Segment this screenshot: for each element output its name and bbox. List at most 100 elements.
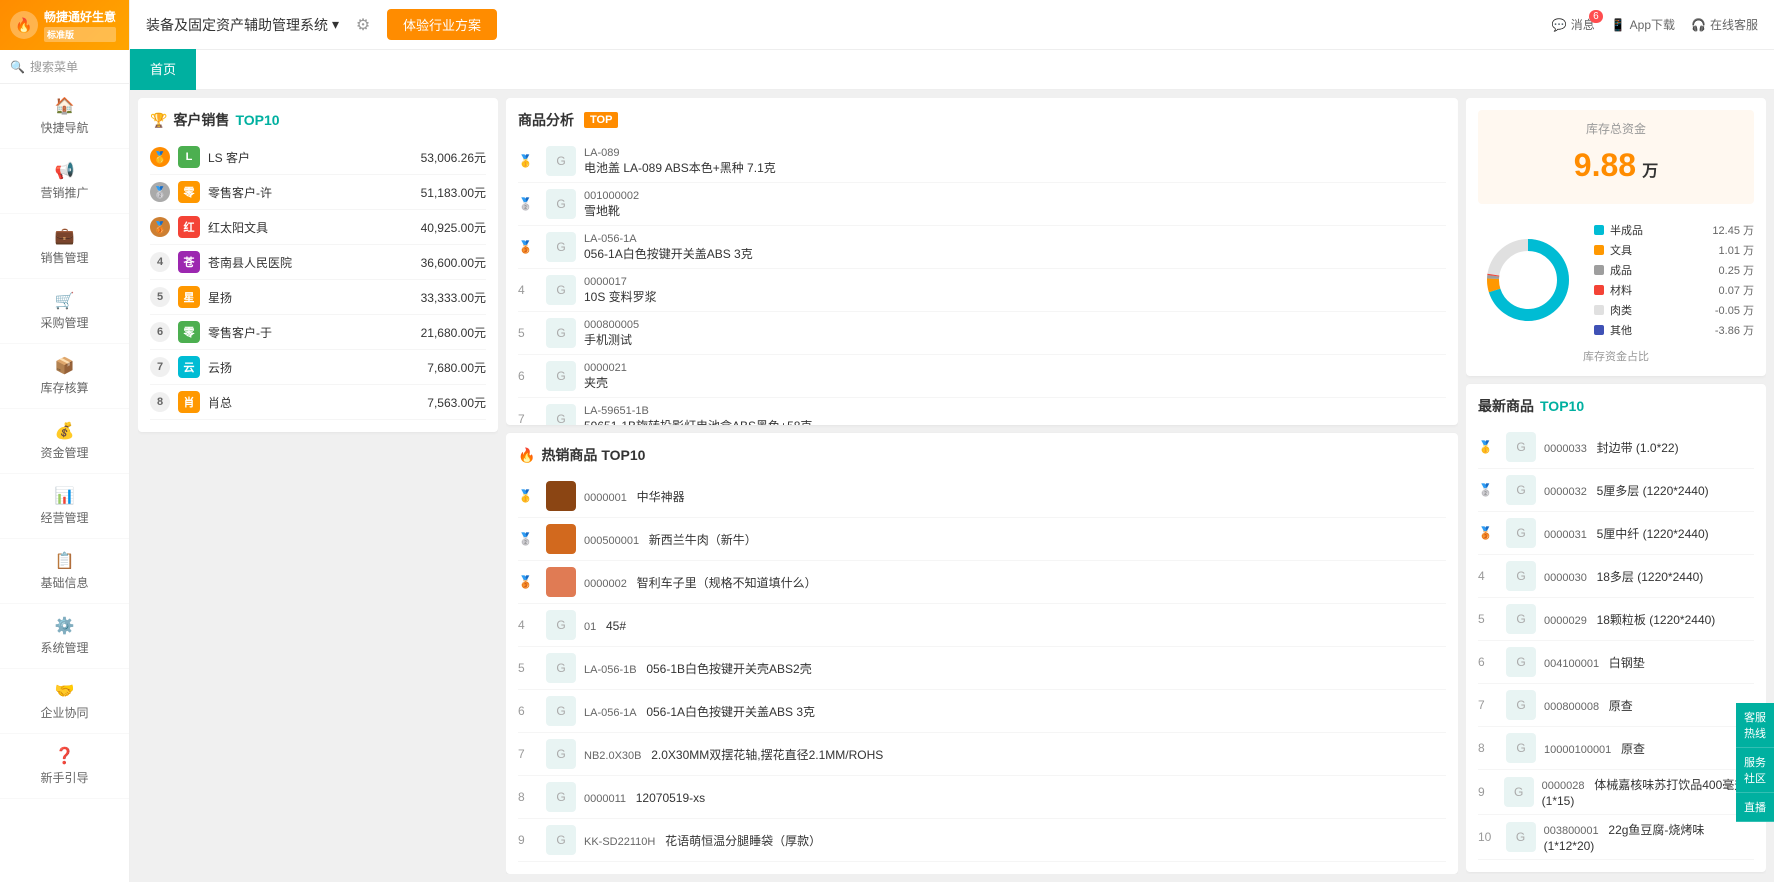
service-community-button[interactable]: 服务社区: [1736, 748, 1774, 793]
hot-products-title: 🔥 热销商品 TOP10: [518, 445, 1446, 465]
rank-number: 7: [150, 357, 170, 377]
product-image: [546, 567, 576, 597]
middle-column: 商品分析 TOP 🥇 G LA-089 电池盖 LA-089 ABS本色+黑种 …: [506, 98, 1458, 874]
customer-rank-item: 8 肖 肖总 7,563.00元: [150, 385, 486, 420]
product-image: G: [546, 653, 576, 683]
rank-indicator: 5: [518, 326, 538, 340]
phone-icon: 📱: [1611, 18, 1626, 32]
new-product-item: 4 G 0000030 18多层 (1220*2440): [1478, 555, 1754, 598]
message-icon: 💬: [1552, 18, 1567, 32]
legend-value: 1.01 万: [1719, 242, 1754, 258]
message-badge: 6: [1589, 10, 1603, 23]
rank-indicator: 4: [518, 618, 538, 632]
rank-indicator: 🥉: [518, 240, 538, 254]
product-info: 000500001 新西兰牛肉（新牛）: [584, 531, 757, 548]
sidebar-item-purchase[interactable]: 🛒 采购管理: [0, 279, 129, 344]
online-service-button[interactable]: 🎧 在线客服: [1691, 16, 1758, 33]
sidebar-item-sales[interactable]: 💼 销售管理: [0, 214, 129, 279]
rank-indicator: 9: [518, 833, 538, 847]
product-info: 001000002 雪地靴: [584, 190, 639, 219]
product-info: NB2.0X30B 2.0X30MM双摆花轴,摆花直径2.1MM/ROHS: [584, 746, 883, 763]
legend-name: 材料: [1610, 282, 1713, 298]
sidebar-item-guide[interactable]: ❓ 新手引导: [0, 734, 129, 799]
left-column: 🏆 客户销售 TOP10 🥇 L LS 客户 53,006.26元 🥈 零 零售…: [138, 98, 498, 874]
rank-badge: 零: [178, 321, 200, 343]
legend-item: 肉类 -0.05 万: [1594, 300, 1754, 320]
rank-number: 4: [150, 252, 170, 272]
product-info: 0000031 5厘中纤 (1220*2440): [1544, 525, 1709, 542]
goods-analysis-card: 商品分析 TOP 🥇 G LA-089 电池盖 LA-089 ABS本色+黑种 …: [506, 98, 1458, 425]
logo-badge: 标准版: [44, 27, 116, 42]
system-title-dropdown[interactable]: 装备及固定资产辅助管理系统 ▾: [146, 15, 339, 35]
product-image: G: [546, 696, 576, 726]
rank-name: 肖总: [208, 394, 419, 411]
sidebar-item-inventory[interactable]: 📦 库存核算: [0, 344, 129, 409]
product-thumbnail: G: [546, 404, 576, 425]
legend-dot: [1594, 285, 1604, 295]
app-download-button[interactable]: 📱 App下载: [1611, 16, 1675, 33]
inventory-icon: 📦: [55, 356, 75, 376]
inventory-card: 库存总资金 9.88 万: [1466, 98, 1766, 376]
new-product-item: 7 G 000800008 原查: [1478, 684, 1754, 727]
sidebar-item-enterprise[interactable]: 🤝 企业协同: [0, 669, 129, 734]
product-info: 0000032 5厘多层 (1220*2440): [1544, 482, 1709, 499]
rank-name: LS 客户: [208, 149, 413, 166]
product-thumbnail: G: [1506, 432, 1536, 462]
product-info: 000800005 手机测试: [584, 319, 639, 348]
rank-indicator: 🥇: [1478, 440, 1498, 454]
legend-value: -0.05 万: [1715, 302, 1754, 318]
rank-badge: 肖: [178, 391, 200, 413]
legend-item: 半成品 12.45 万: [1594, 220, 1754, 240]
product-image: G: [546, 739, 576, 769]
legend-value: 12.45 万: [1712, 222, 1754, 238]
sidebar-item-system[interactable]: ⚙️ 系统管理: [0, 604, 129, 669]
customer-rank-item: 4 苍 苍南县人民医院 36,600.00元: [150, 245, 486, 280]
sidebar-item-finance[interactable]: 💰 资金管理: [0, 409, 129, 474]
hot-product-item: 5 G LA-056-1B 056-1B白色按键开关壳ABS2壳: [518, 647, 1446, 690]
product-thumbnail: G: [1506, 561, 1536, 591]
legend-name: 成品: [1610, 262, 1713, 278]
new-products-list: 🥇 G 0000033 封边带 (1.0*22) 🥈 G 0000032 5厘多…: [1478, 426, 1754, 860]
inventory-ratio-label: 库存资金占比: [1478, 348, 1754, 364]
rank-badge: 星: [178, 286, 200, 308]
logo-icon: 🔥: [10, 11, 38, 39]
trial-button[interactable]: 体验行业方案: [387, 9, 497, 40]
product-info: LA-089 电池盖 LA-089 ABS本色+黑种 7.1克: [584, 147, 776, 176]
rank-indicator: 10: [1478, 830, 1498, 844]
product-info: 0000002 智利车子里（规格不知道填什么）: [584, 574, 817, 591]
rank-indicator: 8: [1478, 741, 1498, 755]
product-info: LA-056-1A 056-1A白色按键开关盖ABS 3克: [584, 233, 753, 262]
search-menu[interactable]: 🔍 搜索菜单: [0, 50, 129, 84]
sidebar-item-basic[interactable]: 📋 基础信息: [0, 539, 129, 604]
rank-indicator: 🥈: [1478, 483, 1498, 497]
sidebar-item-operation[interactable]: 📊 经营管理: [0, 474, 129, 539]
settings-button[interactable]: ⚙: [349, 11, 377, 39]
sidebar-item-nav[interactable]: 🏠 快捷导航: [0, 84, 129, 149]
new-products-title: 最新商品 TOP10: [1478, 396, 1754, 416]
search-icon: 🔍: [10, 60, 25, 74]
product-thumbnail: G: [546, 318, 576, 348]
sidebar-item-label: 库存核算: [40, 379, 88, 396]
legend-value: 0.07 万: [1719, 282, 1754, 298]
product-info: 0000017 10S 变料罗浆: [584, 276, 657, 305]
rank-indicator: 5: [1478, 612, 1498, 626]
new-product-item: 10 G 003800001 22g鱼豆腐-烧烤味 (1*12*20): [1478, 815, 1754, 860]
tab-home[interactable]: 首页: [130, 49, 196, 90]
product-image: G: [546, 825, 576, 855]
donut-container: 半成品 12.45 万 文具 1.01 万 成品 0.25 万 材料 0.07 …: [1478, 212, 1754, 348]
message-button[interactable]: 💬 消息 6: [1552, 16, 1595, 33]
hot-product-item: 🥇 0000001 中华神器: [518, 475, 1446, 518]
product-thumbnail: G: [1506, 475, 1536, 505]
rank-number: 🥇: [150, 147, 170, 167]
legend-value: -3.86 万: [1715, 322, 1754, 338]
sidebar-item-marketing[interactable]: 📢 营销推广: [0, 149, 129, 214]
live-button[interactable]: 直播: [1736, 793, 1774, 822]
search-label: 搜索菜单: [30, 58, 78, 75]
product-thumbnail: G: [1506, 822, 1536, 852]
rank-number: 🥈: [150, 182, 170, 202]
customer-service-button[interactable]: 客服热线: [1736, 703, 1774, 748]
product-thumbnail: G: [546, 189, 576, 219]
rank-badge: 零: [178, 181, 200, 203]
rank-indicator: 4: [1478, 569, 1498, 583]
rank-amount: 53,006.26元: [421, 149, 486, 166]
